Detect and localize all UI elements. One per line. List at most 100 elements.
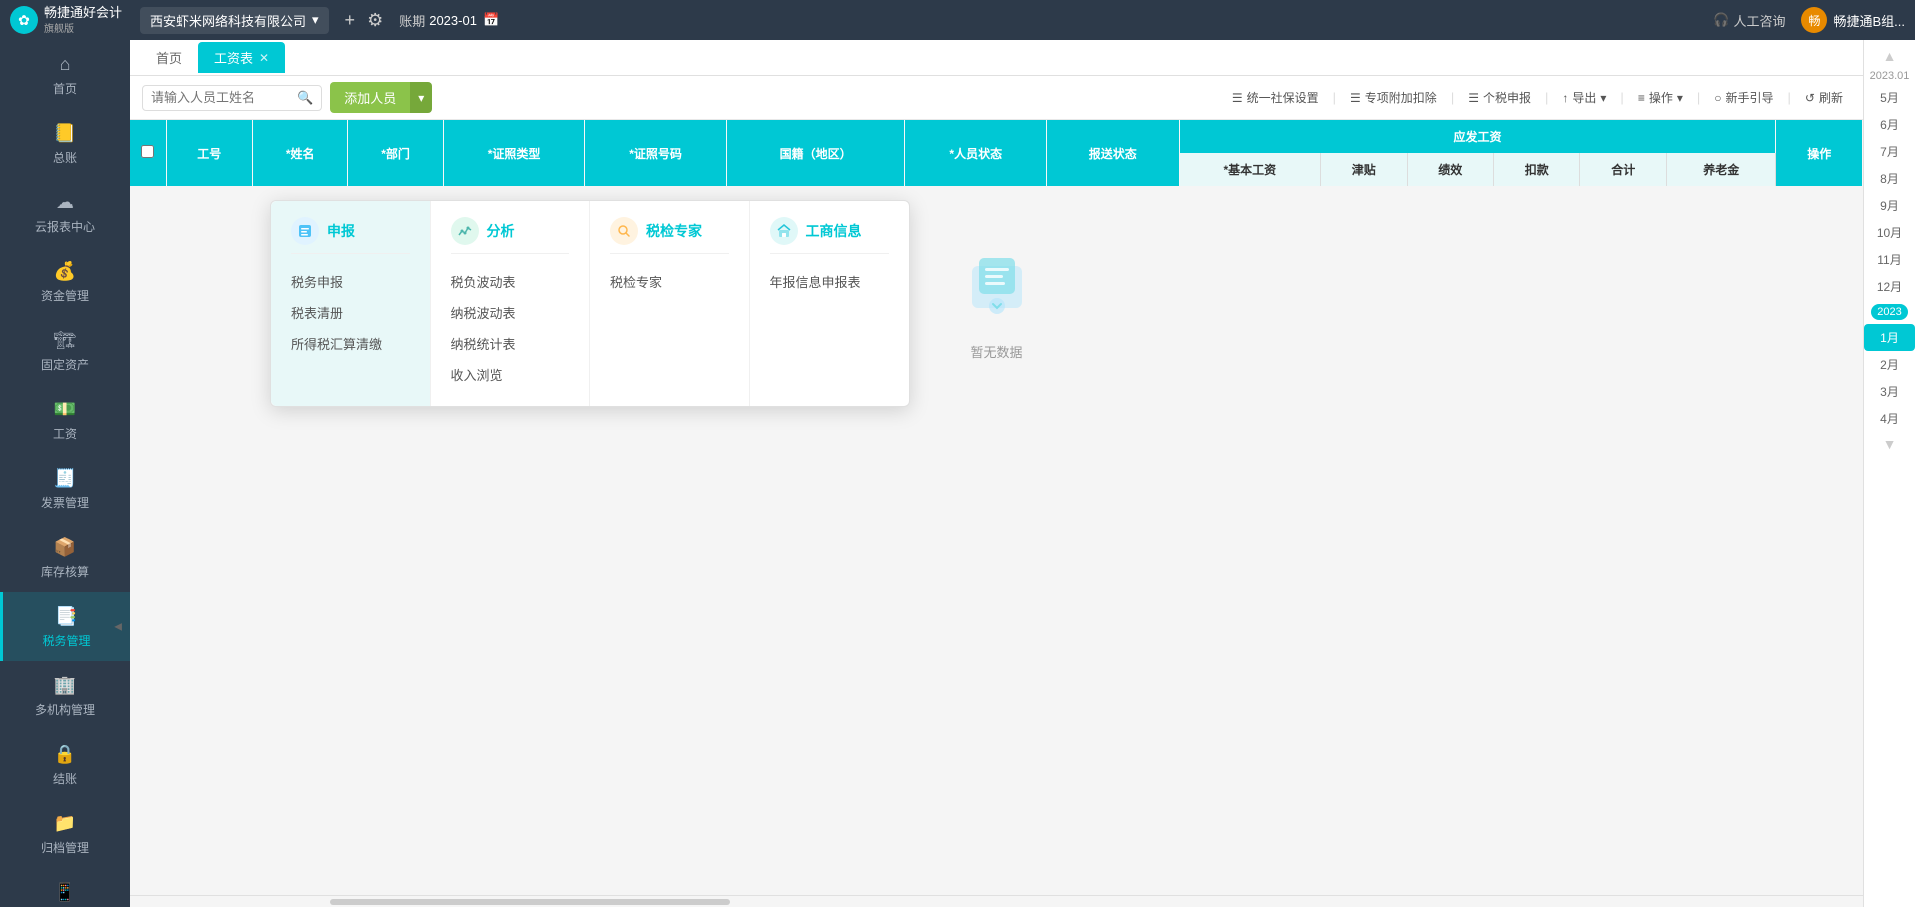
toolbar-actions: ☰ 统一社保设置 | ☰ 专项附加扣除 | ☰ 个税申报 | ↑ 导出 ▾ [1224,85,1851,110]
salary-icon: 💵 [53,397,77,421]
period-value: 2023-01 [429,13,477,28]
th-allowance: 津贴 [1321,153,1407,186]
tax-return-button[interactable]: ☰ 个税申报 [1460,85,1539,110]
settings-button[interactable]: ⚙ [367,10,383,31]
operations-button[interactable]: ≡ 操作 ▾ [1630,85,1691,110]
dropdown-item-tax-table[interactable]: 税表清册 [291,297,410,328]
customer-service-label: 人工咨询 [1733,11,1785,30]
search-box: 🔍 [142,85,322,111]
timeline-current-year: 2023 [1871,304,1907,320]
sidebar-item-xiaochang[interactable]: 📱 小畅报销 [0,868,130,907]
calendar-icon[interactable]: 📅 [483,12,499,28]
toolbar: 🔍 添加人员 ▾ ☰ 统一社保设置 | ☰ 专项附加扣除 | ☰ [130,76,1863,120]
search-input[interactable] [151,90,291,105]
analysis-header-label: 分析 [487,221,515,241]
new-guide-icon: ○ [1714,91,1721,105]
operations-icon: ≡ [1638,91,1645,105]
tab-home[interactable]: 首页 [140,42,198,73]
refresh-label: 刷新 [1819,89,1843,106]
salary-table: 工号 *姓名 *部门 *证照类型 *证照号码 国籍（地区） *人员状态 报送状态… [130,120,1863,186]
dropdown-item-income-browse[interactable]: 收入浏览 [451,359,570,390]
dropdown-col-analysis: 分析 税负波动表 纳税波动表 纳税统计表 收入浏览 [431,201,591,406]
invoice-icon: 🧾 [53,466,77,490]
top-right: 🎧 人工咨询 畅 畅捷通B组... [1713,7,1905,33]
sidebar-item-cloud-report[interactable]: ☁ 云报表中心 [0,178,130,247]
sidebar-item-invoice[interactable]: 🧾 发票管理 [0,454,130,523]
fund-icon: 💰 [53,259,77,283]
select-all-checkbox[interactable] [141,145,154,158]
export-button[interactable]: ↑ 导出 ▾ [1554,85,1614,110]
th-operation: 操作 [1776,120,1863,186]
dropdown-item-tax-change[interactable]: 纳税波动表 [451,297,570,328]
add-person-button[interactable]: 添加人员 [330,82,410,113]
refresh-button[interactable]: ↺ 刷新 [1797,85,1851,110]
dropdown-item-annual-report[interactable]: 年报信息申报表 [770,266,890,297]
sidebar-item-closing[interactable]: 🔒 结账 [0,730,130,799]
search-icon: 🔍 [297,90,313,106]
social-settings-button[interactable]: ☰ 统一社保设置 [1224,85,1327,110]
timeline-up-button[interactable]: ▲ [1879,44,1901,68]
add-company-button[interactable]: + [345,10,356,31]
top-header: ✿ 畅捷通好会计 旗舰版 西安虾米网络科技有限公司 ▾ + ⚙ 账期 2023-… [0,0,1915,40]
dropdown-header-shenb: 申报 [291,217,410,254]
special-deduct-icon: ☰ [1350,91,1361,105]
dropdown-item-tax-stats[interactable]: 纳税统计表 [451,328,570,359]
sidebar-label-inventory: 库存核算 [41,563,89,580]
special-deduct-button[interactable]: ☰ 专项附加扣除 [1342,85,1445,110]
dropdown-item-tax-burden[interactable]: 税负波动表 [451,266,570,297]
main-layout: ⌂ 首页 📒 总账 ☁ 云报表中心 💰 资金管理 🏗 固定资产 💵 工资 🧾 发… [0,40,1915,907]
tab-salary[interactable]: 工资表 ✕ [198,42,285,73]
sidebar-item-fixed-assets[interactable]: 🏗 固定资产 [0,316,130,385]
sidebar-item-ledger[interactable]: 📒 总账 [0,109,130,178]
table-header-row-main: 工号 *姓名 *部门 *证照类型 *证照号码 国籍（地区） *人员状态 报送状态… [130,120,1863,153]
ledger-icon: 📒 [53,121,77,145]
timeline-panel: ▲ 2023.01 5月 6月 7月 8月 9月 10月 11月 12月 202… [1863,40,1915,907]
sidebar-item-home[interactable]: ⌂ 首页 [0,40,130,109]
sidebar-item-multi-org[interactable]: 🏢 多机构管理 [0,661,130,730]
sidebar-item-salary[interactable]: 💵 工资 [0,385,130,454]
timeline-month-6[interactable]: 6月 [1864,111,1915,138]
dropdown-item-tax-report[interactable]: 税务申报 [291,266,410,297]
timeline-month-11[interactable]: 11月 [1864,246,1915,273]
sidebar-item-tax[interactable]: 📑 税务管理 ◀ [0,592,130,661]
dropdown-item-income-calc[interactable]: 所得税汇算清缴 [291,328,410,359]
dropdown-item-taxcheck[interactable]: 税检专家 [610,266,729,297]
xiaochang-icon: 📱 [53,880,77,904]
tab-close-icon[interactable]: ✕ [259,51,269,65]
refresh-icon: ↺ [1805,91,1815,105]
timeline-month-9[interactable]: 9月 [1864,192,1915,219]
th-name: *姓名 [252,120,347,186]
scrollbar-thumb[interactable] [330,899,730,905]
sidebar-item-archive[interactable]: 📁 归档管理 [0,799,130,868]
th-performance: 绩效 [1407,153,1493,186]
tab-bar: 首页 工资表 ✕ [130,40,1863,76]
timeline-year-prev: 2023.01 [1870,68,1910,84]
th-id-type: *证照类型 [443,120,585,186]
timeline-month-1[interactable]: 1月 [1864,324,1915,351]
add-person-dropdown-button[interactable]: ▾ [410,82,432,113]
new-guide-button[interactable]: ○ 新手引导 [1706,85,1781,110]
timeline-month-4[interactable]: 4月 [1864,405,1915,432]
sidebar-item-fund[interactable]: 💰 资金管理 [0,247,130,316]
sidebar-label-tax: 税务管理 [42,632,90,649]
company-selector[interactable]: 西安虾米网络科技有限公司 ▾ [140,7,329,34]
timeline-month-2[interactable]: 2月 [1864,351,1915,378]
operations-label: 操作 [1649,89,1673,106]
customer-service-button[interactable]: 🎧 人工咨询 [1713,11,1785,30]
sidebar-item-inventory[interactable]: 📦 库存核算 [0,523,130,592]
timeline-month-8[interactable]: 8月 [1864,165,1915,192]
fixed-assets-icon: 🏗 [53,328,77,352]
operations-arrow-icon: ▾ [1677,91,1683,105]
timeline-month-3[interactable]: 3月 [1864,378,1915,405]
timeline-month-10[interactable]: 10月 [1864,219,1915,246]
dropdown-col-taxcheck: 税检专家 税检专家 [590,201,750,406]
table-container: 工号 *姓名 *部门 *证照类型 *证照号码 国籍（地区） *人员状态 报送状态… [130,120,1863,895]
special-deduct-label: 专项附加扣除 [1365,89,1437,106]
th-report-status: 报送状态 [1047,120,1180,186]
timeline-month-7[interactable]: 7月 [1864,138,1915,165]
timeline-down-button[interactable]: ▼ [1879,432,1901,456]
timeline-month-12[interactable]: 12月 [1864,273,1915,300]
timeline-month-5[interactable]: 5月 [1864,84,1915,111]
user-info[interactable]: 畅 畅捷通B组... [1801,7,1905,33]
taxcheck-header-label: 税检专家 [646,221,702,241]
